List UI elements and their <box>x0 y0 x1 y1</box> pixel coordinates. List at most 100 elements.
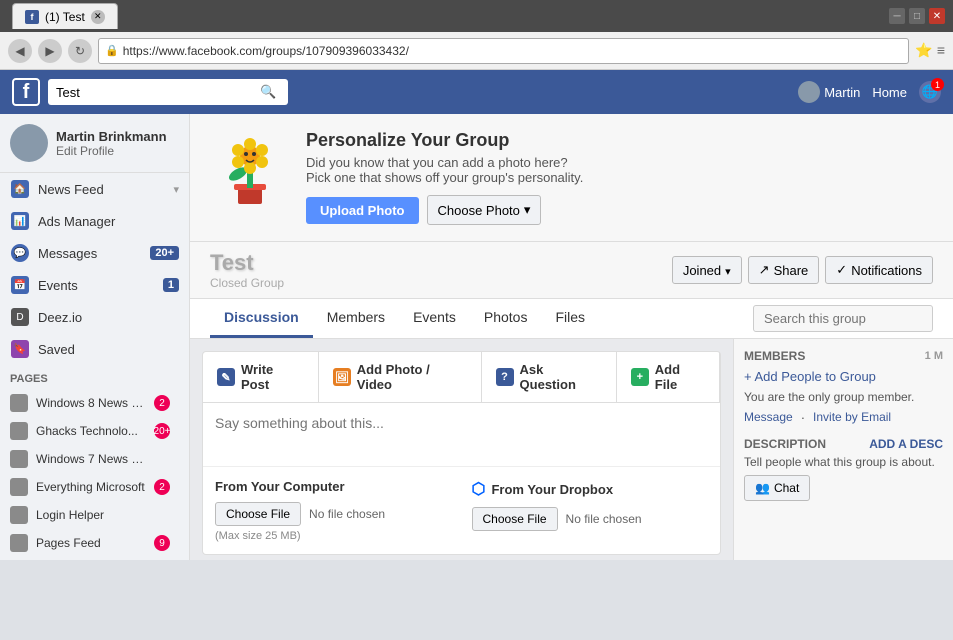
tab-close-button[interactable]: ✕ <box>91 10 105 24</box>
nav-members[interactable]: Members <box>313 299 399 338</box>
nav-events[interactable]: Events <box>399 299 470 338</box>
post-box: ✎ Write Post 🖼 Add Photo / Video ? Ask Q… <box>202 351 721 555</box>
description-title-text: DESCRIPTION <box>744 437 826 451</box>
check-icon: ✓ <box>836 262 847 278</box>
post-textarea[interactable] <box>203 403 720 463</box>
personalize-title: Personalize Your Group <box>306 130 583 151</box>
page-icon-login-helper <box>10 506 28 524</box>
fb-search-input[interactable] <box>56 85 256 100</box>
add-description-link[interactable]: Add a Desc <box>869 437 943 451</box>
sidebar-item-deez[interactable]: D Deez.io <box>0 301 189 333</box>
add-people-link[interactable]: + Add People to Group <box>744 369 943 384</box>
dropbox-file-group: ⬡ From Your Dropbox Choose File No file … <box>472 479 709 542</box>
post-file-section: From Your Computer Choose File No file c… <box>203 466 720 554</box>
sidebar-user-section: Martin Brinkmann Edit Profile <box>0 114 189 173</box>
share-icon: ↗ <box>759 262 770 278</box>
sidebar-item-events[interactable]: 📅 Events 1 <box>0 269 189 301</box>
page-item-everything-microsoft[interactable]: Everything Microsoft 2 <box>0 473 189 501</box>
page-label-login-helper: Login Helper <box>36 508 146 522</box>
group-search-input[interactable] <box>753 305 933 332</box>
file-size-hint: (Max size 25 MB) <box>215 530 452 542</box>
group-action-buttons: Joined ↗ Share ✓ Notifications <box>672 256 933 284</box>
extensions-icon[interactable]: ⭐ <box>915 42 932 59</box>
saved-icon: 🔖 <box>10 339 30 359</box>
chat-button[interactable]: 👥 Chat <box>744 475 810 501</box>
minimize-button[interactable]: ─ <box>889 8 905 24</box>
search-icon: 🔍 <box>260 84 276 100</box>
sidebar-item-newsfeed[interactable]: 🏠 News Feed ▾ <box>0 173 189 205</box>
events-label: Events <box>38 278 155 293</box>
sidebar-item-saved[interactable]: 🔖 Saved <box>0 333 189 365</box>
page-item-like-pages[interactable]: Like Pages <box>0 557 189 560</box>
page-icon-win7 <box>10 450 28 468</box>
nav-photos[interactable]: Photos <box>470 299 542 338</box>
nav-files[interactable]: Files <box>541 299 599 338</box>
description-section: DESCRIPTION Add a Desc Tell people what … <box>744 437 943 501</box>
notifications-button[interactable]: ✓ Notifications <box>825 256 933 284</box>
back-button[interactable]: ◀ <box>8 39 32 63</box>
personalize-text: Personalize Your Group Did you know that… <box>306 130 583 225</box>
page-item-ghacks[interactable]: Ghacks Technolo... 20+ <box>0 417 189 445</box>
invite-by-email-link[interactable]: Invite by Email <box>813 410 891 425</box>
computer-file-label: From Your Computer <box>215 479 345 494</box>
page-item-login-helper[interactable]: Login Helper <box>0 501 189 529</box>
message-link[interactable]: Message <box>744 410 793 425</box>
page-item-win7[interactable]: Windows 7 News &... <box>0 445 189 473</box>
news-feed-icon: 🏠 <box>10 179 30 199</box>
browser-tab[interactable]: f (1) Test ✕ <box>12 3 118 29</box>
reload-button[interactable]: ↻ <box>68 39 92 63</box>
joined-button[interactable]: Joined <box>672 256 742 284</box>
deez-label: Deez.io <box>38 310 179 325</box>
notifications-icon[interactable]: 🌐 1 <box>919 81 941 103</box>
group-type: Closed Group <box>210 276 284 290</box>
page-badge-pages-feed: 9 <box>154 535 170 551</box>
share-button[interactable]: ↗ Share <box>748 256 820 284</box>
fb-search-bar[interactable]: 🔍 <box>48 79 288 105</box>
tab-favicon: f <box>25 10 39 24</box>
edit-profile-link[interactable]: Edit Profile <box>56 144 167 158</box>
browser-nav-icons: ⭐ ≡ <box>915 42 945 59</box>
page-item-pages-feed[interactable]: Pages Feed 9 <box>0 529 189 557</box>
group-name: Test <box>210 250 284 276</box>
choose-file-button-1[interactable]: Choose File <box>215 502 301 526</box>
messages-badge: 20+ <box>150 246 179 260</box>
tab-add-photo[interactable]: 🖼 Add Photo / Video <box>319 352 482 402</box>
ads-manager-label: Ads Manager <box>38 214 179 229</box>
computer-file-title: From Your Computer <box>215 479 452 494</box>
personalize-actions: Upload Photo Choose Photo ▾ <box>306 195 583 225</box>
chat-icon: 👥 <box>755 481 770 495</box>
header-home-link[interactable]: Home <box>872 85 907 100</box>
post-area: ✎ Write Post 🖼 Add Photo / Video ? Ask Q… <box>190 339 733 560</box>
group-body: ✎ Write Post 🖼 Add Photo / Video ? Ask Q… <box>190 339 953 560</box>
fb-logo-icon: f <box>12 78 40 106</box>
menu-icon[interactable]: ≡ <box>937 42 945 59</box>
title-bar: f (1) Test ✕ ─ □ ✕ <box>0 0 953 32</box>
nav-discussion[interactable]: Discussion <box>210 299 313 338</box>
add-photo-label: Add Photo / Video <box>357 362 467 392</box>
choose-file-button-2[interactable]: Choose File <box>472 507 558 531</box>
tab-add-file[interactable]: + Add File <box>617 352 720 402</box>
sidebar-username: Martin Brinkmann <box>56 129 167 144</box>
sidebar-item-ads[interactable]: 📊 Ads Manager <box>0 205 189 237</box>
address-bar[interactable]: 🔒 https://www.facebook.com/groups/107909… <box>98 38 909 64</box>
page-badge-everything-microsoft: 2 <box>154 479 170 495</box>
only-member-text: You are the only group member. <box>744 390 943 404</box>
tab-ask-question[interactable]: ? Ask Question <box>482 352 617 402</box>
add-file-label: Add File <box>655 362 705 392</box>
nav-bar: ◀ ▶ ↻ 🔒 https://www.facebook.com/groups/… <box>0 32 953 70</box>
write-post-icon: ✎ <box>217 368 235 386</box>
maximize-button[interactable]: □ <box>909 8 925 24</box>
no-file-text-2: No file chosen <box>566 512 642 526</box>
sidebar-item-messages[interactable]: 💬 Messages 20+ <box>0 237 189 269</box>
flower-image <box>210 130 290 210</box>
page-item-win8[interactable]: Windows 8 News &... 2 <box>0 389 189 417</box>
choose-photo-button[interactable]: Choose Photo ▾ <box>427 195 542 225</box>
tab-write-post[interactable]: ✎ Write Post <box>203 352 319 402</box>
close-button[interactable]: ✕ <box>929 8 945 24</box>
member-links: Message · Invite by Email <box>744 410 943 425</box>
fb-user-nav[interactable]: Martin <box>798 81 860 103</box>
link-separator: · <box>801 410 805 425</box>
upload-photo-button[interactable]: Upload Photo <box>306 197 419 224</box>
choose-photo-chevron-icon: ▾ <box>524 202 531 218</box>
forward-button[interactable]: ▶ <box>38 39 62 63</box>
